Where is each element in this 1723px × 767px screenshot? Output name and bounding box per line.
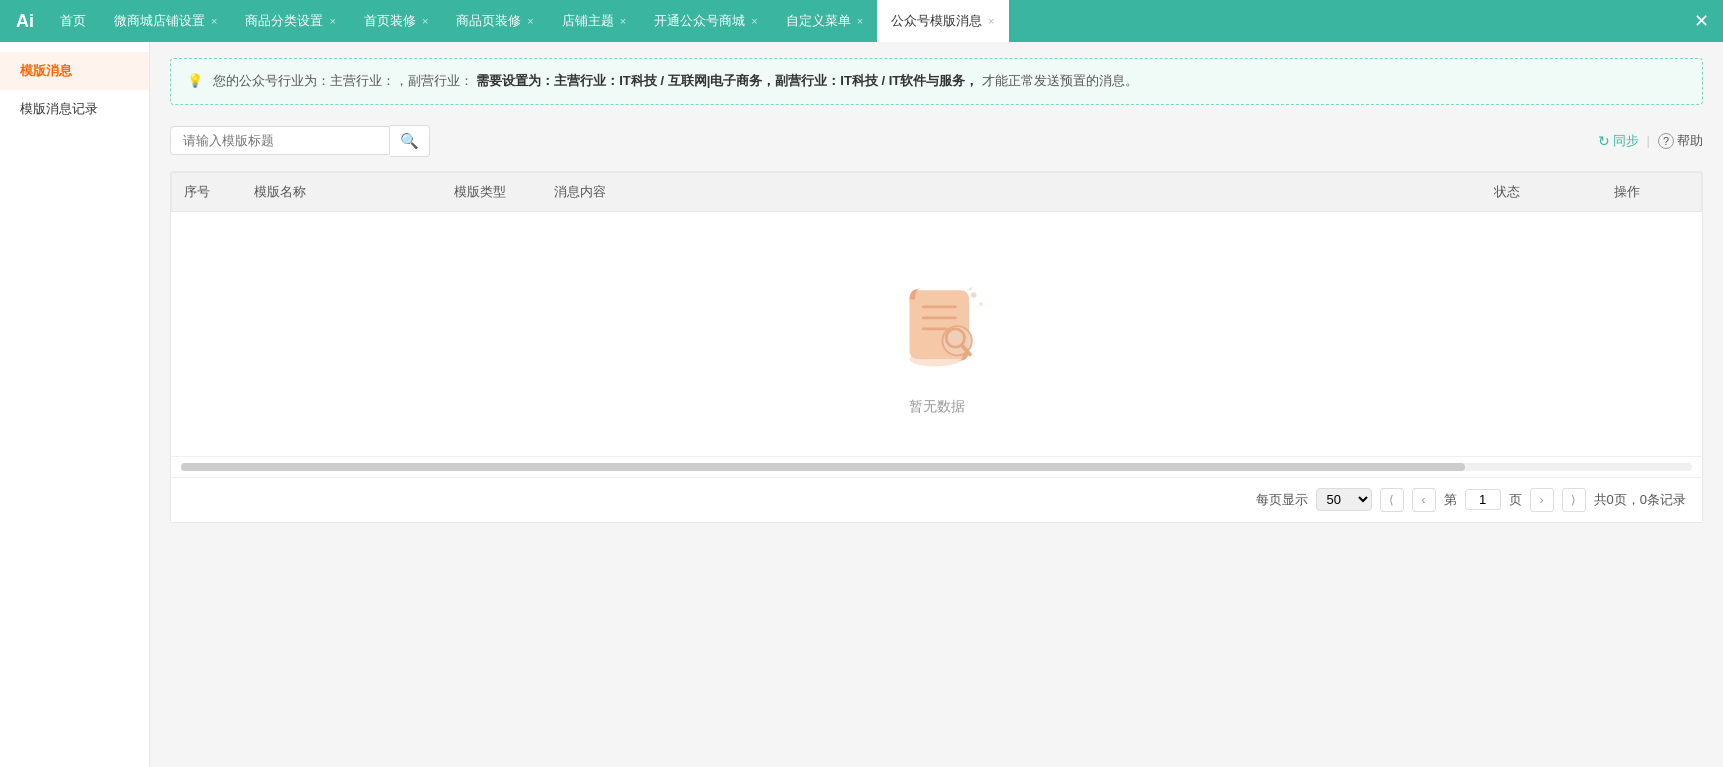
notice-suffix: 才能正常发送预置的消息。 (982, 73, 1138, 88)
svg-point-8 (979, 302, 983, 306)
help-button[interactable]: ? 帮助 (1658, 132, 1703, 150)
logo-text: Ai (16, 11, 34, 32)
tab-home-decor[interactable]: 首页装修 × (350, 0, 442, 42)
tab-label-weshop-settings: 微商城店铺设置 (114, 12, 205, 30)
next-page-icon: › (1540, 493, 1544, 507)
col-status: 状态 (1482, 172, 1602, 211)
page-prefix: 第 (1444, 491, 1457, 509)
col-seq-label: 序号 (184, 184, 210, 199)
notice-highlight: 需要设置为：主营行业：IT科技 / 互联网|电子商务，副营行业：IT科技 / I… (476, 73, 978, 88)
col-action-label: 操作 (1614, 184, 1640, 199)
col-type-label: 模版类型 (454, 184, 506, 199)
toolbar-right: ↻ 同步 | ? 帮助 (1598, 132, 1703, 150)
svg-line-9 (969, 287, 972, 290)
scrollbar-thumb[interactable] (181, 463, 1465, 471)
first-page-icon: ⟨ (1389, 493, 1394, 507)
last-page-button[interactable]: ⟩ (1562, 488, 1586, 512)
svg-point-7 (970, 292, 976, 298)
col-type: 模版类型 (442, 172, 542, 211)
col-seq: 序号 (172, 172, 242, 211)
search-button[interactable]: 🔍 (390, 125, 430, 157)
search-input[interactable] (170, 126, 390, 155)
col-content-label: 消息内容 (554, 184, 606, 199)
tab-mp-template-msg[interactable]: 公众号模版消息 × (877, 0, 1008, 42)
tab-weshop-settings[interactable]: 微商城店铺设置 × (100, 0, 231, 42)
sidebar-item-template-msg-records[interactable]: 模版消息记录 (0, 90, 149, 128)
content-area: 💡 您的公众号行业为：主营行业：，副营行业： 需要设置为：主营行业：IT科技 /… (150, 42, 1723, 767)
sidebar-label-template-msg: 模版消息 (20, 63, 72, 78)
last-page-icon: ⟩ (1571, 493, 1576, 507)
tab-label-product-category: 商品分类设置 (245, 12, 323, 30)
close-tab-mp-template-msg[interactable]: × (988, 15, 994, 27)
sidebar: 模版消息 模版消息记录 (0, 42, 150, 767)
col-action: 操作 (1602, 172, 1702, 211)
prev-page-icon: ‹ (1422, 493, 1426, 507)
notice-icon: 💡 (187, 73, 203, 88)
close-tab-open-mp-shop[interactable]: × (751, 15, 757, 27)
tab-label-home: 首页 (60, 12, 86, 30)
page-input[interactable] (1465, 489, 1501, 510)
table-header-row: 序号 模版名称 模版类型 消息内容 状态 操作 (172, 172, 1702, 211)
notice-box: 💡 您的公众号行业为：主营行业：，副营行业： 需要设置为：主营行业：IT科技 /… (170, 58, 1703, 105)
help-icon: ? (1658, 133, 1674, 149)
close-all-button[interactable]: ✕ (1684, 10, 1719, 32)
tab-product-decor[interactable]: 商品页装修 × (442, 0, 547, 42)
tab-label-shop-theme: 店铺主题 (562, 12, 614, 30)
tab-label-open-mp-shop: 开通公众号商城 (654, 12, 745, 30)
empty-text: 暂无数据 (909, 398, 965, 416)
logo-tab: Ai (4, 0, 46, 42)
page-unit: 页 (1509, 491, 1522, 509)
close-tab-shop-theme[interactable]: × (620, 15, 626, 27)
tab-label-mp-template-msg: 公众号模版消息 (891, 12, 982, 30)
help-label: 帮助 (1677, 132, 1703, 150)
col-name-label: 模版名称 (254, 184, 306, 199)
tab-label-product-decor: 商品页装修 (456, 12, 521, 30)
sync-icon: ↻ (1598, 133, 1610, 149)
col-name: 模版名称 (242, 172, 442, 211)
close-tab-home-decor[interactable]: × (422, 15, 428, 27)
scrollbar-row (171, 456, 1702, 477)
tab-product-category[interactable]: 商品分类设置 × (231, 0, 349, 42)
close-tab-weshop-settings[interactable]: × (211, 15, 217, 27)
pagination-total: 共0页，0条记录 (1594, 491, 1686, 509)
main-layout: 模版消息 模版消息记录 💡 您的公众号行业为：主营行业：，副营行业： 需要设置为… (0, 42, 1723, 767)
search-icon: 🔍 (400, 132, 419, 149)
tab-label-home-decor: 首页装修 (364, 12, 416, 30)
col-content: 消息内容 (542, 172, 1482, 211)
sync-button[interactable]: ↻ 同步 (1598, 132, 1639, 150)
first-page-button[interactable]: ⟨ (1380, 488, 1404, 512)
scrollbar-track[interactable] (181, 463, 1692, 471)
table-container: 序号 模版名称 模版类型 消息内容 状态 操作 (170, 171, 1703, 523)
toolbar-separator: | (1647, 133, 1650, 148)
tab-open-mp-shop[interactable]: 开通公众号商城 × (640, 0, 771, 42)
data-table: 序号 模版名称 模版类型 消息内容 状态 操作 (171, 172, 1702, 212)
tab-custom-menu[interactable]: 自定义菜单 × (772, 0, 877, 42)
sidebar-item-template-msg[interactable]: 模版消息 (0, 52, 149, 90)
sidebar-label-template-msg-records: 模版消息记录 (20, 101, 98, 116)
tab-home[interactable]: 首页 (46, 0, 100, 42)
tab-label-custom-menu: 自定义菜单 (786, 12, 851, 30)
search-bar: 🔍 ↻ 同步 | ? 帮助 (170, 125, 1703, 157)
sync-label: 同步 (1613, 132, 1639, 150)
pagination: 每页显示 50 10 20 100 ⟨ ‹ 第 页 › (171, 477, 1702, 522)
page-size-select[interactable]: 50 10 20 100 (1316, 488, 1372, 511)
close-tab-product-category[interactable]: × (329, 15, 335, 27)
next-page-button[interactable]: › (1530, 488, 1554, 512)
page-size-label: 每页显示 (1256, 491, 1308, 509)
tab-shop-theme[interactable]: 店铺主题 × (548, 0, 640, 42)
close-tab-custom-menu[interactable]: × (857, 15, 863, 27)
notice-prefix: 您的公众号行业为：主营行业：，副营行业： (213, 73, 473, 88)
col-status-label: 状态 (1494, 184, 1520, 199)
tab-bar: Ai 首页 微商城店铺设置 × 商品分类设置 × 首页装修 × 商品页装修 × … (0, 0, 1723, 42)
prev-page-button[interactable]: ‹ (1412, 488, 1436, 512)
close-tab-product-decor[interactable]: × (527, 15, 533, 27)
empty-state: 暂无数据 (171, 212, 1702, 456)
close-all-icon: ✕ (1694, 11, 1709, 31)
table-header: 序号 模版名称 模版类型 消息内容 状态 操作 (172, 172, 1702, 211)
empty-illustration (882, 272, 992, 382)
